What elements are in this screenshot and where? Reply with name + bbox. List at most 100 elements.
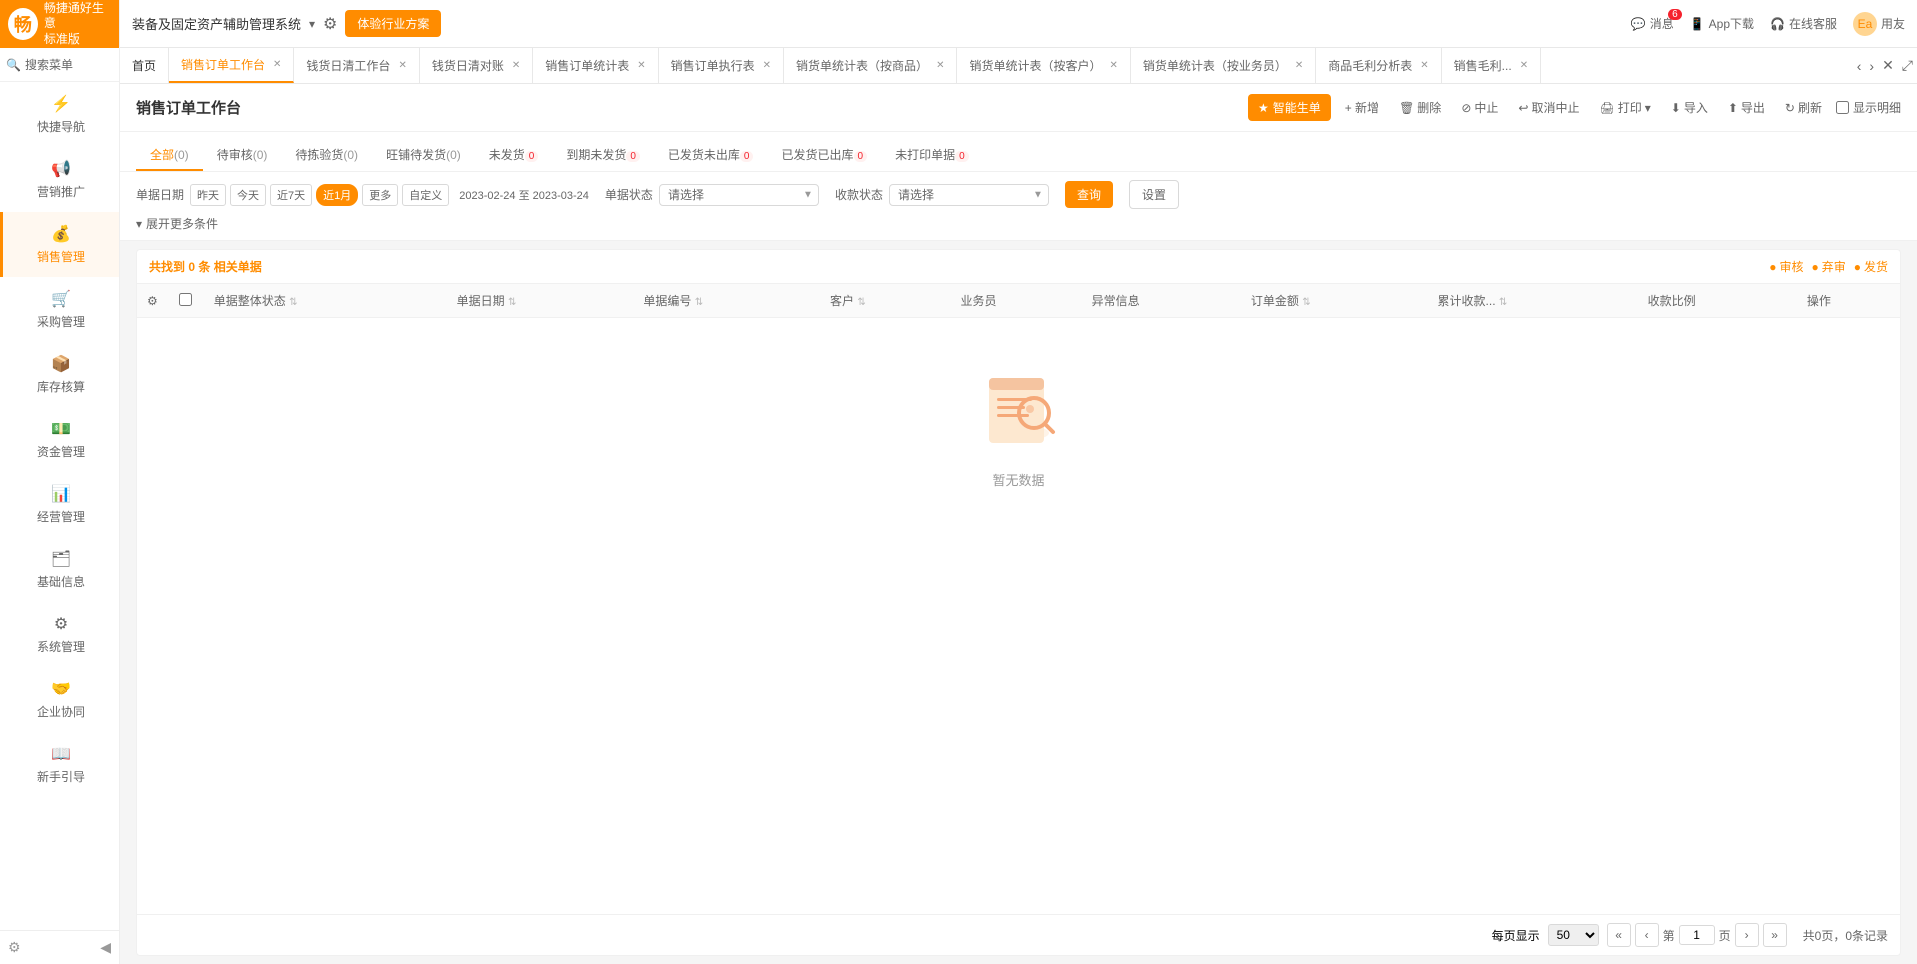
tab-cash-reconcile[interactable]: 钱货日清对账 ✕: [420, 48, 533, 83]
page-number-input[interactable]: [1679, 925, 1715, 945]
tab-close-sales-order[interactable]: ✕: [273, 59, 281, 70]
date-7days[interactable]: 近7天: [270, 184, 312, 206]
collected-sort-icon[interactable]: ⇅: [1499, 297, 1507, 308]
expand-more[interactable]: ▾ 展开更多条件: [136, 215, 1901, 232]
last-page-button[interactable]: »: [1763, 923, 1787, 947]
tab-sales-customer-stat[interactable]: 销货单统计表（按客户） ✕: [957, 48, 1130, 83]
status-select[interactable]: 请选择: [659, 184, 819, 206]
tab-close-profit[interactable]: ✕: [1420, 60, 1428, 71]
sidebar-item-sales[interactable]: 💰 销售管理: [0, 212, 119, 277]
date-1month[interactable]: 近1月: [316, 184, 358, 206]
amount-sort-icon[interactable]: ⇅: [1302, 297, 1310, 308]
tab-close-more[interactable]: ✕: [1520, 60, 1528, 71]
export-button[interactable]: ⬆ 导出: [1722, 95, 1771, 120]
settings-icon[interactable]: ⚙: [8, 939, 21, 956]
smart-create-button[interactable]: ★ 智能生单: [1248, 94, 1331, 121]
print-button[interactable]: 🖨 打印 ▾: [1593, 95, 1656, 120]
customer-sort-icon[interactable]: ⇅: [857, 297, 865, 308]
date-more[interactable]: 更多: [362, 184, 398, 206]
tab-cash-daily[interactable]: 钱货日清工作台 ✕: [294, 48, 419, 83]
tab-sales-stat[interactable]: 销售订单统计表 ✕: [533, 48, 658, 83]
status-sort-icon[interactable]: ⇅: [289, 297, 297, 308]
suspend-button[interactable]: ⊘ 中止: [1455, 95, 1504, 120]
select-all-checkbox[interactable]: [179, 293, 192, 306]
sidebar-item-operation[interactable]: 📊 经营管理: [0, 472, 119, 537]
sidebar-item-finance[interactable]: 💵 资金管理: [0, 407, 119, 472]
service-item[interactable]: 🎧 在线客服: [1770, 15, 1837, 32]
sidebar-item-quick[interactable]: ⚡ 快捷导航: [0, 82, 119, 147]
sub-tab-unprinted[interactable]: 未打印单据0: [881, 140, 983, 171]
system-dropdown[interactable]: ▾: [309, 17, 315, 31]
tab-product-profit[interactable]: 商品毛利分析表 ✕: [1316, 48, 1441, 83]
payment-select[interactable]: 请选择: [889, 184, 1049, 206]
topbar-gear-icon[interactable]: ⚙: [323, 14, 337, 34]
table-toolbar-right: ● 审核 ● 弃审 ● 发货: [1769, 258, 1888, 275]
purchase-icon: 🛒: [51, 289, 71, 309]
tab-close-product[interactable]: ✕: [936, 60, 944, 71]
sidebar-item-marketing[interactable]: 📢 营销推广: [0, 147, 119, 212]
sub-tab-shipped-out[interactable]: 已发货已出库0: [767, 140, 881, 171]
tab-maximize-button[interactable]: ⤢: [1898, 48, 1917, 84]
sub-tab-pending-inspect[interactable]: 待拣验货(0): [281, 140, 372, 171]
tab-home[interactable]: 首页: [120, 48, 169, 83]
date-custom[interactable]: 自定义: [402, 184, 449, 206]
show-detail-label[interactable]: 显示明细: [1836, 99, 1901, 116]
app-download-item[interactable]: 📱 App下载: [1690, 15, 1754, 32]
deliver-button[interactable]: ● 发货: [1854, 258, 1888, 275]
sidebar-item-purchase[interactable]: 🛒 采购管理: [0, 277, 119, 342]
date-today[interactable]: 今天: [230, 184, 266, 206]
tab-close-staff[interactable]: ✕: [1295, 60, 1303, 71]
sidebar-search[interactable]: 🔍 搜索菜单: [0, 48, 119, 82]
search-button[interactable]: 查询: [1065, 181, 1113, 208]
column-settings-icon[interactable]: ⚙: [147, 294, 158, 308]
sidebar-item-basic[interactable]: 🗂 基础信息: [0, 537, 119, 602]
tab-close-cash-reconcile[interactable]: ✕: [512, 60, 520, 71]
tab-close-all-button[interactable]: ✕: [1878, 48, 1898, 84]
tab-sales-order[interactable]: 销售订单工作台 ✕: [169, 48, 294, 83]
tab-sales-exec[interactable]: 销售订单执行表 ✕: [659, 48, 784, 83]
sub-tab-all[interactable]: 全部(0): [136, 140, 203, 171]
tab-close-customer[interactable]: ✕: [1109, 60, 1117, 71]
sub-tab-shipped-not-out[interactable]: 已发货未出库0: [654, 140, 768, 171]
tab-prev-button[interactable]: ‹: [1853, 48, 1866, 84]
sidebar-item-guide[interactable]: 📖 新手引导: [0, 732, 119, 797]
sidebar-item-system[interactable]: ⚙ 系统管理: [0, 602, 119, 667]
user-info[interactable]: Ea 用友: [1853, 12, 1905, 36]
sub-tab-not-shipped[interactable]: 未发货0: [475, 140, 553, 171]
date-yesterday[interactable]: 昨天: [190, 184, 226, 206]
collapse-icon[interactable]: ◀: [100, 939, 111, 956]
sub-tab-expired[interactable]: 到期未发货0: [552, 140, 654, 171]
page-size-select[interactable]: 50 20 100: [1548, 924, 1599, 946]
show-detail-checkbox[interactable]: [1836, 101, 1849, 114]
message-item[interactable]: 💬 消息 6: [1631, 15, 1674, 32]
filter-bar: 单据日期 昨天 今天 近7天 近1月 更多 自定义 2023-02-24 至 2…: [120, 172, 1917, 241]
first-page-button[interactable]: «: [1607, 923, 1631, 947]
sub-tab-pending-audit[interactable]: 待审核(0): [203, 140, 282, 171]
cancel-suspend-button[interactable]: ↩ 取消中止: [1512, 95, 1585, 120]
refresh-button[interactable]: ↻ 刷新: [1779, 95, 1828, 120]
sidebar-item-inventory[interactable]: 📦 库存核算: [0, 342, 119, 407]
tab-next-button[interactable]: ›: [1865, 48, 1878, 84]
add-button[interactable]: + 新增: [1339, 95, 1385, 120]
tab-sales-more[interactable]: 销售毛利... ✕: [1442, 48, 1541, 83]
tab-close-cash-daily[interactable]: ✕: [398, 60, 406, 71]
date-sort-icon[interactable]: ⇅: [508, 297, 516, 308]
unaudit-button[interactable]: ● 弃审: [1811, 258, 1845, 275]
audit-button[interactable]: ● 审核: [1769, 258, 1803, 275]
tab-sales-product-stat[interactable]: 销货单统计表（按商品） ✕: [784, 48, 957, 83]
tab-close-sales-exec[interactable]: ✕: [763, 60, 771, 71]
no-sort-icon[interactable]: ⇅: [695, 297, 703, 308]
settings-button[interactable]: 设置: [1129, 180, 1179, 209]
prev-page-button[interactable]: ‹: [1635, 923, 1659, 947]
sidebar-item-coop[interactable]: 🤝 企业协同: [0, 667, 119, 732]
delete-button[interactable]: 🗑 删除: [1393, 95, 1447, 120]
pagination: « ‹ 第 页 › »: [1607, 923, 1787, 947]
table-scroll[interactable]: ⚙ 单据整体状态 ⇅ 单据日期 ⇅: [137, 284, 1900, 914]
tab-sales-staff-stat[interactable]: 销货单统计表（按业务员） ✕: [1131, 48, 1316, 83]
import-button[interactable]: ⬇ 导入: [1665, 95, 1714, 120]
tab-close-sales-stat[interactable]: ✕: [637, 60, 645, 71]
sub-tab-wangpu[interactable]: 旺铺待发货(0): [372, 140, 475, 171]
sidebar-bottom: ⚙ ◀: [0, 930, 119, 964]
next-page-button[interactable]: ›: [1735, 923, 1759, 947]
solution-button[interactable]: 体验行业方案: [345, 10, 441, 37]
